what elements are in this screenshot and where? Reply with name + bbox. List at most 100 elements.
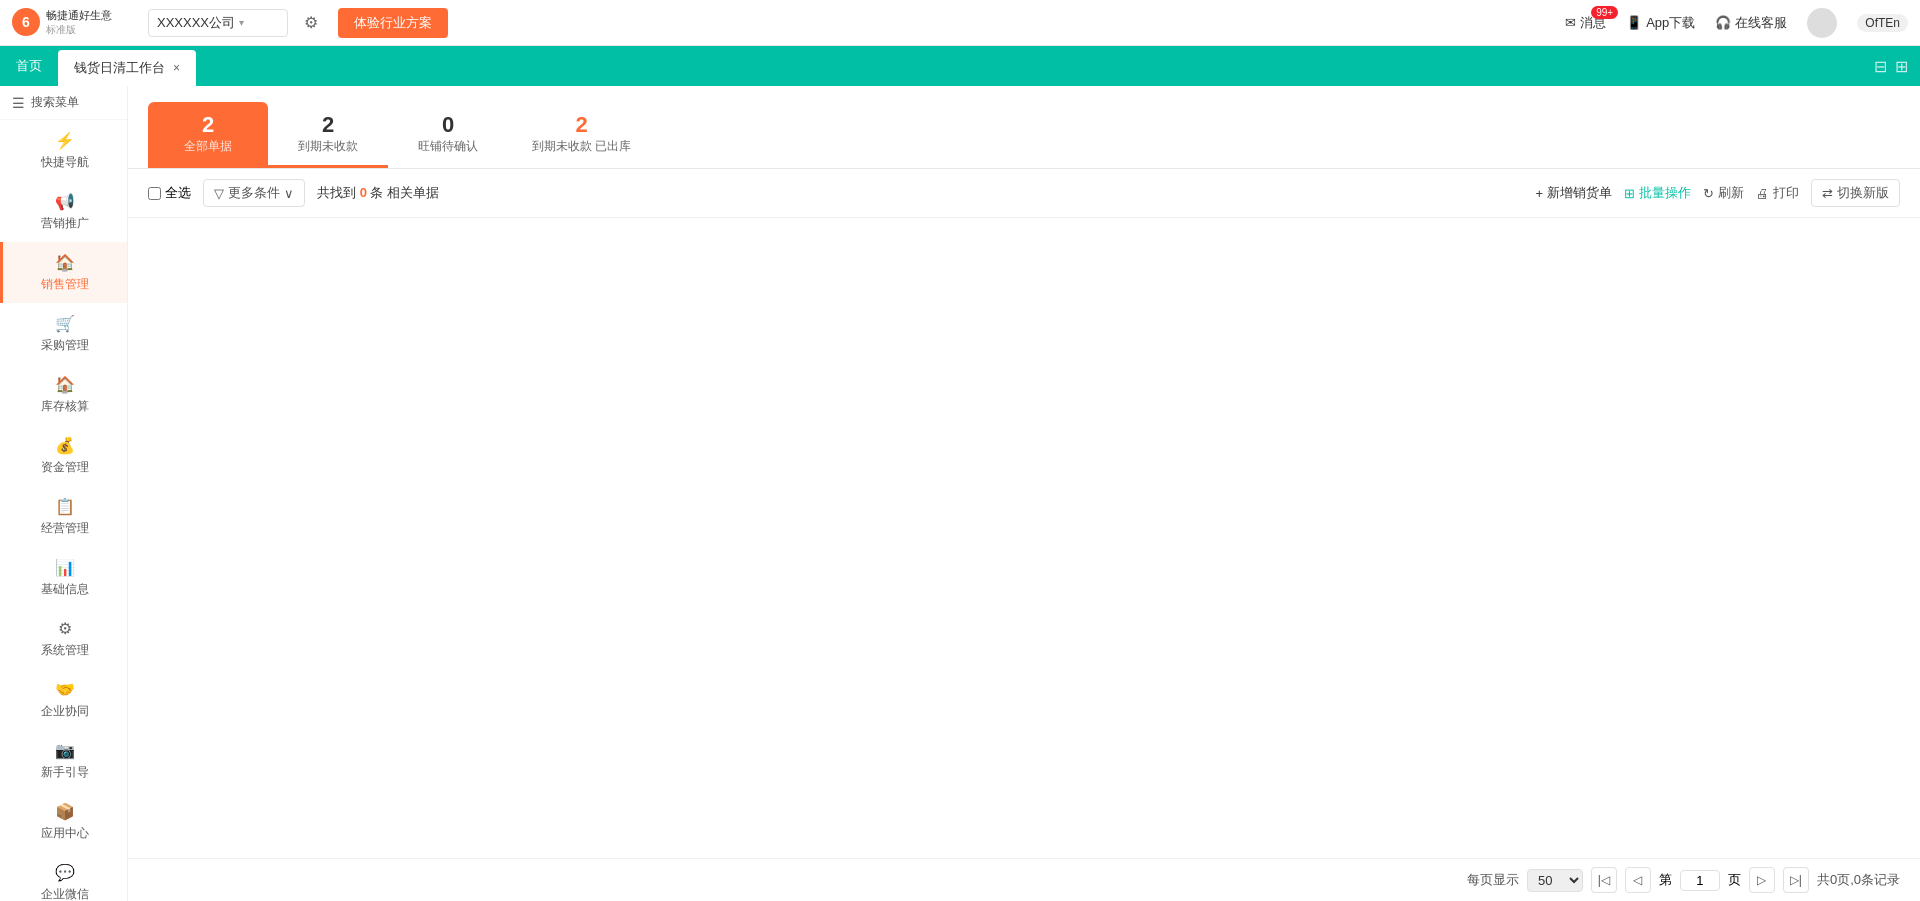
per-page-select[interactable]: 50 100 <box>1527 869 1583 892</box>
switch-version-button[interactable]: ⇄ 切换新版 <box>1811 179 1900 207</box>
home-tab[interactable]: 首页 <box>0 46 58 86</box>
add-sale-order-button[interactable]: + 新增销货单 <box>1535 184 1612 202</box>
stat-label-all: 全部单据 <box>184 138 232 155</box>
batch-icon: ⊞ <box>1624 186 1635 201</box>
minimize-icon[interactable]: ⊟ <box>1874 57 1887 76</box>
table-area <box>128 218 1920 858</box>
print-button[interactable]: 🖨 打印 <box>1756 184 1799 202</box>
app-center-icon: 📦 <box>55 801 75 821</box>
stat-number-pending: 0 <box>442 112 454 138</box>
filter-label: 更多条件 <box>228 184 280 202</box>
sidebar-item-label: 库存核算 <box>41 398 89 415</box>
count-unit: 条 相关单据 <box>370 185 439 200</box>
logo-area: 6 畅捷通好生意 标准版 <box>12 8 140 36</box>
filter-button[interactable]: ▽ 更多条件 ∨ <box>203 179 305 207</box>
count-number: 0 <box>360 185 367 200</box>
sidebar-item-label: 基础信息 <box>41 581 89 598</box>
stat-tab-shipped[interactable]: 2 到期未收款 已出库 <box>508 102 655 168</box>
company-selector[interactable]: XXXXXX公司 ▾ <box>148 9 288 37</box>
page-number-input[interactable]: 1 <box>1680 870 1720 891</box>
service-icon: 🎧 <box>1715 15 1731 30</box>
nav-tab-end: ⊟ ⊞ <box>1874 46 1920 86</box>
sidebar-item-wechat[interactable]: 💬 企业微信 <box>0 852 127 901</box>
sidebar-item-sales[interactable]: 🏠 销售管理 <box>0 242 127 303</box>
message-item[interactable]: ✉ 消息 99 <box>1565 14 1606 32</box>
sidebar-item-app-center[interactable]: 📦 应用中心 <box>0 791 127 852</box>
header-right: ✉ 消息 99 📱 App下载 🎧 在线客服 OfTEn <box>1565 8 1908 38</box>
stat-tab-pending[interactable]: 0 旺铺待确认 <box>388 102 508 168</box>
sidebar-item-label: 企业微信 <box>41 886 89 901</box>
inventory-icon: 🏠 <box>55 374 75 394</box>
sidebar-item-marketing[interactable]: 📢 营销推广 <box>0 181 127 242</box>
toolbar: 全选 ▽ 更多条件 ∨ 共找到 0 条 相关单据 + 新增销货单 ⊞ 批量操作 <box>128 169 1920 218</box>
maximize-icon[interactable]: ⊞ <box>1895 57 1908 76</box>
switch-icon: ⇄ <box>1822 186 1833 201</box>
stat-label-shipped: 到期未收款 已出库 <box>532 138 631 155</box>
page-label: 第 <box>1659 871 1672 889</box>
per-page-label: 每页显示 <box>1467 871 1519 889</box>
sidebar-item-operations[interactable]: 📋 经营管理 <box>0 486 127 547</box>
main-layout: ☰ 搜索菜单 ⚡ 快捷导航 📢 营销推广 🏠 销售管理 🛒 采购管理 🏠 库存核… <box>0 86 1920 901</box>
avatar-name[interactable]: OfTEn <box>1857 14 1908 32</box>
chevron-down-icon: ▾ <box>239 17 244 28</box>
select-all-label: 全选 <box>165 184 191 202</box>
sidebar-item-quick-nav[interactable]: ⚡ 快捷导航 <box>0 120 127 181</box>
sidebar-item-basics[interactable]: 📊 基础信息 <box>0 547 127 608</box>
stat-tab-all[interactable]: 2 全部单据 <box>148 102 268 168</box>
stat-number-shipped: 2 <box>576 112 588 138</box>
logo-text: 畅捷通好生意 <box>46 8 112 22</box>
company-name: XXXXXX公司 <box>157 14 235 32</box>
count-text: 共找到 <box>317 185 356 200</box>
sidebar-item-label: 企业协同 <box>41 703 89 720</box>
print-icon: 🖨 <box>1756 186 1769 201</box>
finance-icon: 💰 <box>55 435 75 455</box>
select-all-checkbox[interactable]: 全选 <box>148 184 191 202</box>
settings-icon[interactable]: ⚙ <box>296 8 326 38</box>
next-page-button[interactable]: ▷ <box>1749 867 1775 893</box>
content-area: 2 全部单据 2 到期未收款 0 旺铺待确认 2 到期未收款 已出库 <box>128 86 1920 901</box>
sidebar-item-purchase[interactable]: 🛒 采购管理 <box>0 303 127 364</box>
search-menu[interactable]: ☰ 搜索菜单 <box>0 86 127 120</box>
add-label: 新增销货单 <box>1547 184 1612 202</box>
close-tab-icon[interactable]: × <box>173 61 180 75</box>
filter-chevron-icon: ∨ <box>284 186 294 201</box>
sidebar-item-guide[interactable]: 📷 新手引导 <box>0 730 127 791</box>
stat-number-overdue: 2 <box>322 112 334 138</box>
sidebar-item-system[interactable]: ⚙ 系统管理 <box>0 608 127 669</box>
search-menu-label: 搜索菜单 <box>31 94 79 111</box>
sidebar-item-label: 新手引导 <box>41 764 89 781</box>
first-page-button[interactable]: |◁ <box>1591 867 1617 893</box>
filter-icon: ▽ <box>214 186 224 201</box>
logo-tag: 标准版 <box>46 23 112 37</box>
page-total: 共0页,0条记录 <box>1817 871 1900 889</box>
checkbox-input[interactable] <box>148 187 161 200</box>
stat-tab-overdue[interactable]: 2 到期未收款 <box>268 102 388 168</box>
wechat-icon: 💬 <box>55 862 75 882</box>
quick-nav-icon: ⚡ <box>55 130 75 150</box>
avatar[interactable] <box>1807 8 1837 38</box>
add-icon: + <box>1535 186 1543 201</box>
app-download-item[interactable]: 📱 App下载 <box>1626 14 1695 32</box>
prev-page-button[interactable]: ◁ <box>1625 867 1651 893</box>
stat-number-all: 2 <box>202 112 214 138</box>
sidebar-item-label: 系统管理 <box>41 642 89 659</box>
stats-tabs-row: 2 全部单据 2 到期未收款 0 旺铺待确认 2 到期未收款 已出库 <box>148 102 1900 168</box>
batch-operation-button[interactable]: ⊞ 批量操作 <box>1624 184 1691 202</box>
batch-label: 批量操作 <box>1639 184 1691 202</box>
refresh-button[interactable]: ↻ 刷新 <box>1703 184 1744 202</box>
message-icon: ✉ <box>1565 15 1576 30</box>
switch-label: 切换新版 <box>1837 184 1889 202</box>
pagination: 每页显示 50 100 |◁ ◁ 第 1 页 ▷ ▷| 共0页,0条记录 <box>128 858 1920 901</box>
sidebar-item-finance[interactable]: 💰 资金管理 <box>0 425 127 486</box>
online-service-item[interactable]: 🎧 在线客服 <box>1715 14 1787 32</box>
guide-icon: 📷 <box>55 740 75 760</box>
sidebar-item-inventory[interactable]: 🏠 库存核算 <box>0 364 127 425</box>
last-page-button[interactable]: ▷| <box>1783 867 1809 893</box>
stat-label-pending: 旺铺待确认 <box>418 138 478 155</box>
purchase-icon: 🛒 <box>55 313 75 333</box>
stats-tabs: 2 全部单据 2 到期未收款 0 旺铺待确认 2 到期未收款 已出库 <box>128 86 1920 169</box>
active-tab[interactable]: 钱货日清工作台 × <box>58 50 196 86</box>
sidebar-item-enterprise[interactable]: 🤝 企业协同 <box>0 669 127 730</box>
trial-button[interactable]: 体验行业方案 <box>338 8 448 38</box>
message-badge: 99 <box>1591 6 1618 19</box>
